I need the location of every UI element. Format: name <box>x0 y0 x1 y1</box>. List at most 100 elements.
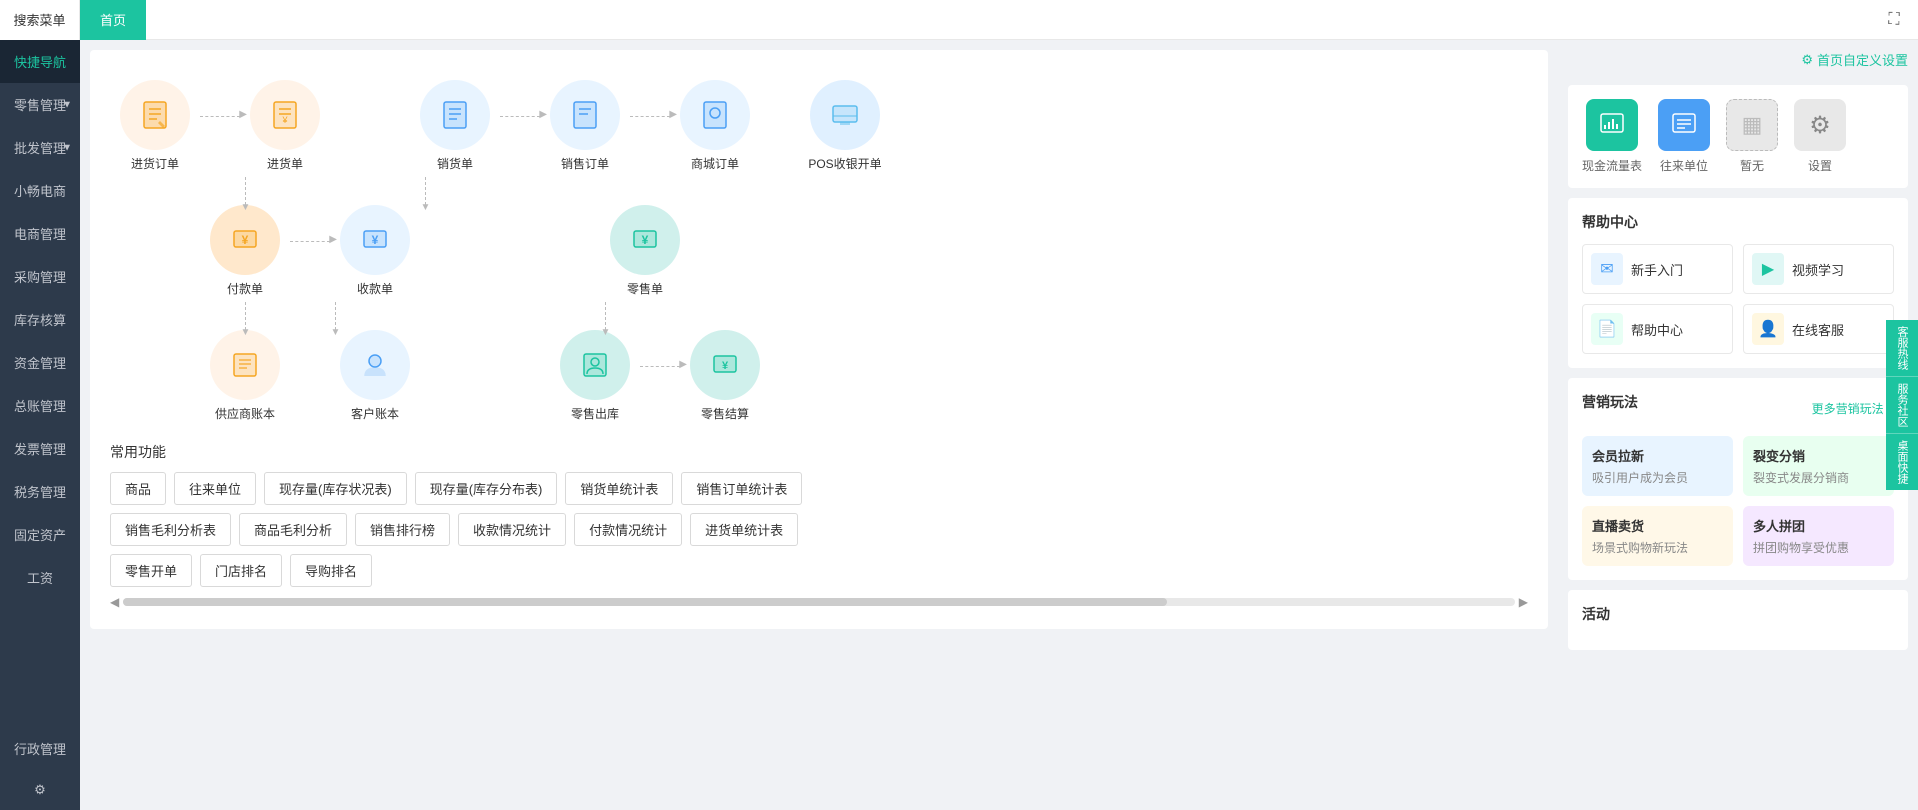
quick-icon-cash-flow[interactable]: 现金流量表 <box>1582 99 1642 174</box>
func-btn-related-unit[interactable]: 往来单位 <box>174 472 256 505</box>
func-btn-stock-status[interactable]: 现存量(库存状况表) <box>264 472 407 505</box>
customize-settings-link[interactable]: ⚙ 首页自定义设置 <box>1568 50 1908 69</box>
receipt-icon: ¥ <box>340 205 410 275</box>
quick-icon-settings[interactable]: ⚙ 设置 <box>1794 99 1846 174</box>
v-dashed-purchase <box>245 177 246 205</box>
none-icon: ▦ <box>1742 112 1763 138</box>
func-btn-guide-rank[interactable]: 导购排名 <box>290 554 372 587</box>
sidebar-item-label: 行政管理 <box>14 739 66 758</box>
supplier-account-label: 供应商账本 <box>215 405 275 422</box>
marketing-header: 营销玩法 更多营销玩法 > <box>1582 392 1894 424</box>
video-icon: ▶ <box>1752 253 1784 285</box>
flow-row-3: 供应商账本 客户账本 <box>110 330 1528 422</box>
sidebar-item-stock-audit[interactable]: 库存核算 <box>0 298 80 341</box>
v-arrows-row1 <box>110 177 1528 205</box>
float-btn-community[interactable]: 服务社区 <box>1886 377 1918 434</box>
sidebar-item-ecom-mgmt[interactable]: 电商管理 <box>0 212 80 255</box>
func-btn-purchase-stat[interactable]: 进货单统计表 <box>690 513 798 546</box>
marketing-group[interactable]: 多人拼团 拼团购物享受优惠 <box>1743 506 1894 566</box>
float-buttons: 客服热线 服务社区 桌面快捷 <box>1886 320 1918 490</box>
sidebar-item-label: 快捷导航 <box>14 52 66 71</box>
fullscreen-button[interactable]: ⛶ <box>1880 6 1908 34</box>
member-title: 会员拉新 <box>1592 446 1723 465</box>
live-sub: 场景式购物新玩法 <box>1592 539 1723 556</box>
scroll-left-arrow[interactable]: ◀ <box>110 595 119 609</box>
sidebar-item-label: 总账管理 <box>14 396 66 415</box>
beginner-label: 新手入门 <box>1631 260 1683 279</box>
arrow-pay-recv <box>290 241 330 242</box>
sidebar-item-retail-mgmt[interactable]: 零售管理 ▼ <box>0 83 80 126</box>
payment-node: ¥ 付款单 <box>200 205 290 297</box>
quick-icon-none[interactable]: ▦ 暂无 <box>1726 99 1778 174</box>
sidebar-item-fixed-assets[interactable]: 固定资产 <box>0 513 80 556</box>
v-spacer-3 <box>470 177 560 205</box>
top-bar: 搜索菜单 首页 ⛶ <box>0 0 1918 40</box>
float-btn-service[interactable]: 客服热线 <box>1886 320 1918 377</box>
v-spacer-1 <box>110 177 200 205</box>
func-btn-store-rank[interactable]: 门店排名 <box>200 554 282 587</box>
sidebar-item-salary[interactable]: 工资 <box>0 556 80 599</box>
purchase-bill-node: ¥ 进货单 <box>240 80 330 172</box>
content-area: 进货订单 ¥ 进货单 <box>80 40 1918 810</box>
sidebar-item-label: 固定资产 <box>14 525 66 544</box>
sidebar-item-general-ledger[interactable]: 总账管理 <box>0 384 80 427</box>
cash-flow-icon-box <box>1586 99 1638 151</box>
sidebar-item-label: 税务管理 <box>14 482 66 501</box>
sidebar-item-label: 工资 <box>27 568 53 587</box>
pos-cashier-icon <box>810 80 880 150</box>
sidebar-item-fund-mgmt[interactable]: 资金管理 <box>0 341 80 384</box>
arrow-1-2 <box>200 116 240 117</box>
marketing-live[interactable]: 直播卖货 场景式购物新玩法 <box>1582 506 1733 566</box>
v-arrow-recv <box>290 302 380 330</box>
func-btn-sale-rank[interactable]: 销售排行榜 <box>355 513 450 546</box>
marketing-fission[interactable]: 裂变分销 裂变式发展分销商 <box>1743 436 1894 496</box>
sidebar-settings-button[interactable]: ⚙ <box>0 770 80 810</box>
sidebar-item-more-mgmt[interactable]: 行政管理 <box>0 727 80 770</box>
help-grid: ✉ 新手入门 ▶ 视频学习 📄 帮助中心 👤 在线客服 <box>1582 244 1894 354</box>
svg-text:¥: ¥ <box>722 360 729 372</box>
more-marketing-link[interactable]: 更多营销玩法 > <box>1812 400 1894 417</box>
sidebar-item-label: 零售管理 <box>14 95 66 114</box>
related-unit-label: 往来单位 <box>1660 157 1708 174</box>
func-buttons-row1: 商品 往来单位 现存量(库存状况表) 现存量(库存分布表) 销货单统计表 销售订… <box>110 472 1528 505</box>
mall-order-icon <box>680 80 750 150</box>
quick-icon-related-unit[interactable]: 往来单位 <box>1658 99 1710 174</box>
func-btn-sale-stat[interactable]: 销货单统计表 <box>565 472 673 505</box>
retail-outbound-icon <box>560 330 630 400</box>
sidebar-item-purchase-mgmt[interactable]: 采购管理 <box>0 255 80 298</box>
sidebar-item-tax-mgmt[interactable]: 税务管理 <box>0 470 80 513</box>
help-item-help[interactable]: 📄 帮助中心 <box>1582 304 1733 354</box>
svg-text:¥: ¥ <box>642 233 649 247</box>
sidebar-item-wholesale-mgmt[interactable]: 批发管理 ▼ <box>0 126 80 169</box>
retail-settle-label: 零售结算 <box>701 405 749 422</box>
help-item-video[interactable]: ▶ 视频学习 <box>1743 244 1894 294</box>
help-item-service[interactable]: 👤 在线客服 <box>1743 304 1894 354</box>
search-menu[interactable]: 搜索菜单 <box>0 0 80 40</box>
help-item-beginner[interactable]: ✉ 新手入门 <box>1582 244 1733 294</box>
func-btn-payment-stat[interactable]: 付款情况统计 <box>574 513 682 546</box>
sidebar-item-invoice-mgmt[interactable]: 发票管理 <box>0 427 80 470</box>
func-btn-goods-profit[interactable]: 商品毛利分析 <box>239 513 347 546</box>
func-btn-retail-open[interactable]: 零售开单 <box>110 554 192 587</box>
func-btn-sale-order-stat[interactable]: 销售订单统计表 <box>681 472 802 505</box>
beginner-icon: ✉ <box>1591 253 1623 285</box>
sidebar-item-small-ecom[interactable]: 小畅电商 <box>0 169 80 212</box>
v-spacer-row2 <box>380 302 560 330</box>
svg-text:¥: ¥ <box>372 233 379 247</box>
gear-icon: ⚙ <box>1801 52 1813 68</box>
scroll-thumb <box>123 598 1167 606</box>
func-btn-stock-dist[interactable]: 现存量(库存分布表) <box>415 472 558 505</box>
func-buttons-row3: 零售开单 门店排名 导购排名 <box>110 554 1528 587</box>
func-btn-receipt-stat[interactable]: 收款情况统计 <box>458 513 566 546</box>
func-btn-goods[interactable]: 商品 <box>110 472 166 505</box>
pos-cashier-node: POS收银开单 <box>800 80 890 172</box>
sidebar-item-quick-nav[interactable]: 快捷导航 <box>0 40 80 83</box>
scroll-right-arrow[interactable]: ▶ <box>1519 595 1528 609</box>
sale-order-label: 销售订单 <box>561 155 609 172</box>
scroll-track[interactable] <box>123 598 1515 606</box>
float-btn-desktop[interactable]: 桌面快捷 <box>1886 434 1918 490</box>
func-btn-sale-profit[interactable]: 销售毛利分析表 <box>110 513 231 546</box>
tab-home[interactable]: 首页 <box>80 0 146 40</box>
receipt-label: 收款单 <box>357 280 393 297</box>
marketing-member[interactable]: 会员拉新 吸引用户成为会员 <box>1582 436 1733 496</box>
